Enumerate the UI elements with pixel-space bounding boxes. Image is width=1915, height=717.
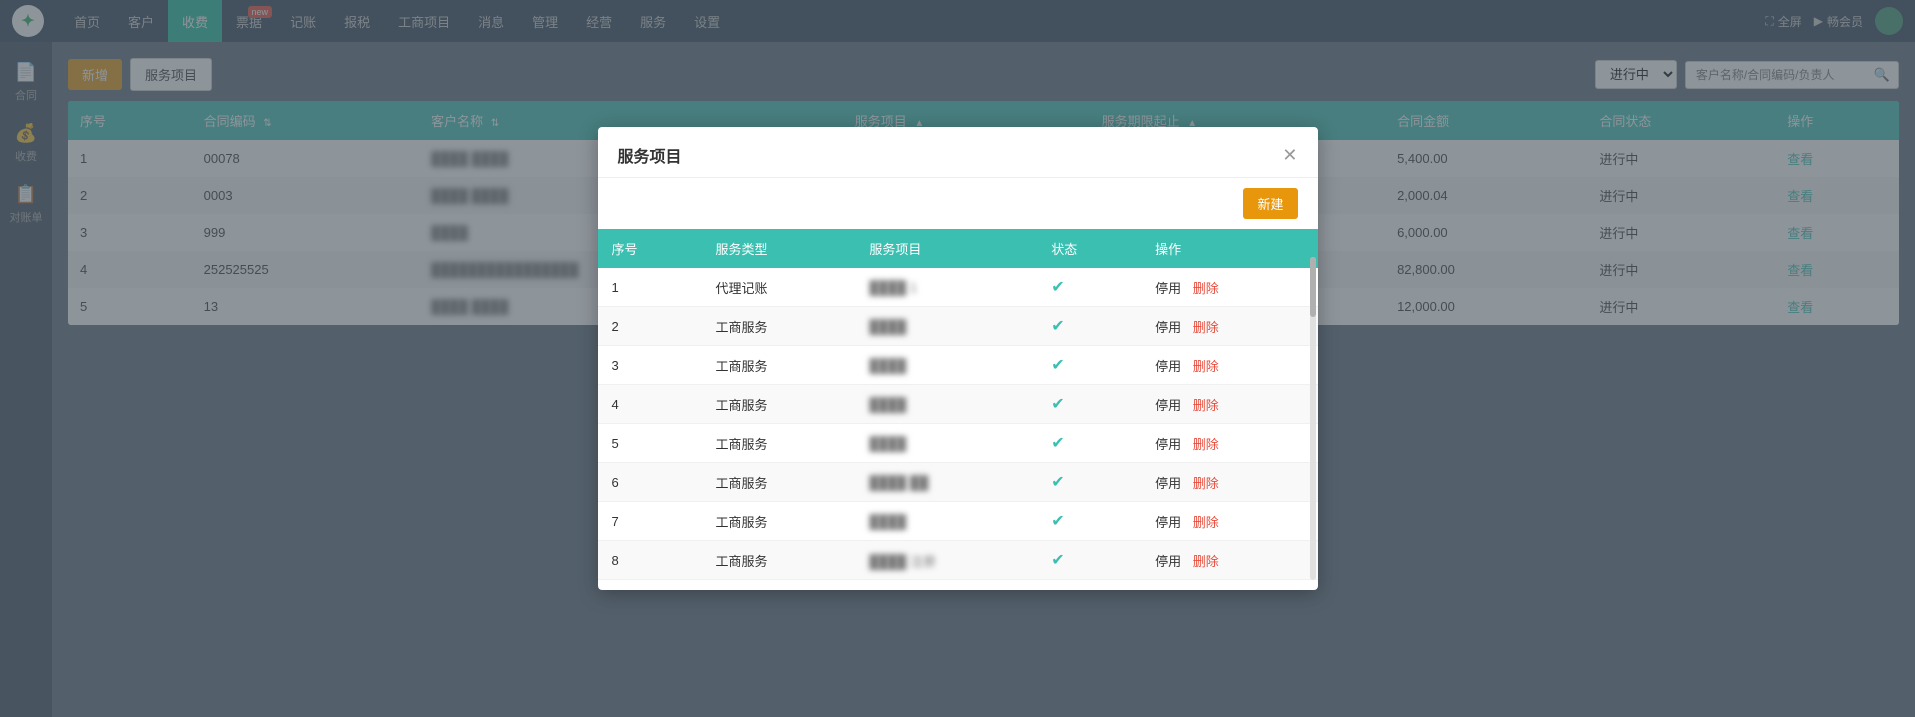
modal-cell-item: ████ 1 — [855, 268, 1037, 307]
disable-button[interactable]: 停用 — [1155, 554, 1181, 569]
modal-cell-seq: 3 — [598, 346, 702, 385]
modal-cell-seq: 5 — [598, 424, 702, 463]
delete-button[interactable]: 删除 — [1193, 281, 1219, 296]
modal-scrollbar[interactable] — [1310, 257, 1316, 580]
modal-cell-action: 停用 删除 — [1141, 463, 1317, 502]
modal-cell-seq: 1 — [598, 268, 702, 307]
modal-cell-type: 工商服务 — [701, 463, 855, 502]
modal-cell-status: ✔ — [1037, 346, 1141, 385]
modal-cell-action: 停用 删除 — [1141, 346, 1317, 385]
modal-cell-item: ████ — [855, 346, 1037, 385]
modal-table-row: 3 工商服务 ████ ✔ 停用 删除 — [598, 346, 1318, 385]
status-check-icon: ✔ — [1051, 396, 1064, 413]
modal-table-row: 8 工商服务 ████ 注册 ✔ 停用 删除 — [598, 541, 1318, 580]
modal-cell-status: ✔ — [1037, 424, 1141, 463]
modal-table-row: 1 代理记账 ████ 1 ✔ 停用 删除 — [598, 268, 1318, 307]
delete-button[interactable]: 删除 — [1193, 398, 1219, 413]
disable-button[interactable]: 停用 — [1155, 476, 1181, 491]
modal-table: 序号 服务类型 服务项目 状态 操作 1 代理记账 ████ 1 ✔ 停用 删除… — [598, 229, 1318, 580]
modal-table-row: 7 工商服务 ████ ✔ 停用 删除 — [598, 502, 1318, 541]
modal-close-button[interactable]: ✕ — [1282, 146, 1297, 164]
disable-button[interactable]: 停用 — [1155, 437, 1181, 452]
modal-cell-action: 停用 删除 — [1141, 502, 1317, 541]
modal-cell-action: 停用 删除 — [1141, 385, 1317, 424]
disable-button[interactable]: 停用 — [1155, 320, 1181, 335]
modal-scrollbar-thumb[interactable] — [1310, 257, 1316, 317]
modal-cell-status: ✔ — [1037, 307, 1141, 346]
modal-cell-action: 停用 删除 — [1141, 541, 1317, 580]
modal-cell-item: ████ — [855, 424, 1037, 463]
status-check-icon: ✔ — [1051, 513, 1064, 530]
modal-table-row: 2 工商服务 ████ ✔ 停用 删除 — [598, 307, 1318, 346]
modal-cell-item: ████ 注册 — [855, 541, 1037, 580]
modal-body: 序号 服务类型 服务项目 状态 操作 1 代理记账 ████ 1 ✔ 停用 删除… — [598, 229, 1318, 590]
disable-button[interactable]: 停用 — [1155, 398, 1181, 413]
modal-cell-status: ✔ — [1037, 268, 1141, 307]
modal-table-header-row: 序号 服务类型 服务项目 状态 操作 — [598, 229, 1318, 268]
status-check-icon: ✔ — [1051, 474, 1064, 491]
delete-button[interactable]: 删除 — [1193, 320, 1219, 335]
modal-cell-status: ✔ — [1037, 541, 1141, 580]
status-check-icon: ✔ — [1051, 435, 1064, 452]
modal-new-button[interactable]: 新建 — [1243, 188, 1297, 219]
modal-cell-item: ████ — [855, 385, 1037, 424]
disable-button[interactable]: 停用 — [1155, 515, 1181, 530]
modal-cell-seq: 6 — [598, 463, 702, 502]
modal-cell-status: ✔ — [1037, 502, 1141, 541]
delete-button[interactable]: 删除 — [1193, 476, 1219, 491]
modal-cell-type: 工商服务 — [701, 541, 855, 580]
status-check-icon: ✔ — [1051, 279, 1064, 296]
modal-cell-action: 停用 删除 — [1141, 268, 1317, 307]
modal-cell-type: 工商服务 — [701, 502, 855, 541]
modal-cell-seq: 8 — [598, 541, 702, 580]
modal-toolbar: 新建 — [598, 178, 1318, 229]
modal-cell-action: 停用 删除 — [1141, 307, 1317, 346]
modal-cell-item: ████ — [855, 502, 1037, 541]
modal-cell-action: 停用 删除 — [1141, 424, 1317, 463]
delete-button[interactable]: 删除 — [1193, 437, 1219, 452]
modal-table-row: 4 工商服务 ████ ✔ 停用 删除 — [598, 385, 1318, 424]
delete-button[interactable]: 删除 — [1193, 554, 1219, 569]
modal-cell-seq: 4 — [598, 385, 702, 424]
modal-cell-type: 工商服务 — [701, 385, 855, 424]
delete-button[interactable]: 删除 — [1193, 359, 1219, 374]
modal-overlay: 服务项目 ✕ 新建 序号 服务类型 服务项目 状态 操作 1 代理记账 — [0, 0, 1915, 717]
modal-cell-seq: 7 — [598, 502, 702, 541]
disable-button[interactable]: 停用 — [1155, 281, 1181, 296]
status-check-icon: ✔ — [1051, 357, 1064, 374]
modal-cell-type: 工商服务 — [701, 307, 855, 346]
modal-col-action: 操作 — [1141, 229, 1317, 268]
modal-cell-type: 代理记账 — [701, 268, 855, 307]
modal-col-status: 状态 — [1037, 229, 1141, 268]
modal-col-type: 服务类型 — [701, 229, 855, 268]
modal-cell-status: ✔ — [1037, 385, 1141, 424]
modal-cell-type: 工商服务 — [701, 346, 855, 385]
modal-cell-seq: 2 — [598, 307, 702, 346]
disable-button[interactable]: 停用 — [1155, 359, 1181, 374]
modal-cell-status: ✔ — [1037, 463, 1141, 502]
modal-title: 服务项目 — [618, 143, 682, 167]
delete-button[interactable]: 删除 — [1193, 515, 1219, 530]
modal-header: 服务项目 ✕ — [598, 127, 1318, 178]
modal-col-seq: 序号 — [598, 229, 702, 268]
modal-dialog: 服务项目 ✕ 新建 序号 服务类型 服务项目 状态 操作 1 代理记账 — [598, 127, 1318, 590]
modal-table-row: 6 工商服务 ████ ██ ✔ 停用 删除 — [598, 463, 1318, 502]
status-check-icon: ✔ — [1051, 552, 1064, 569]
modal-cell-type: 工商服务 — [701, 424, 855, 463]
modal-col-item: 服务项目 — [855, 229, 1037, 268]
modal-table-row: 5 工商服务 ████ ✔ 停用 删除 — [598, 424, 1318, 463]
status-check-icon: ✔ — [1051, 318, 1064, 335]
modal-cell-item: ████ — [855, 307, 1037, 346]
modal-cell-item: ████ ██ — [855, 463, 1037, 502]
